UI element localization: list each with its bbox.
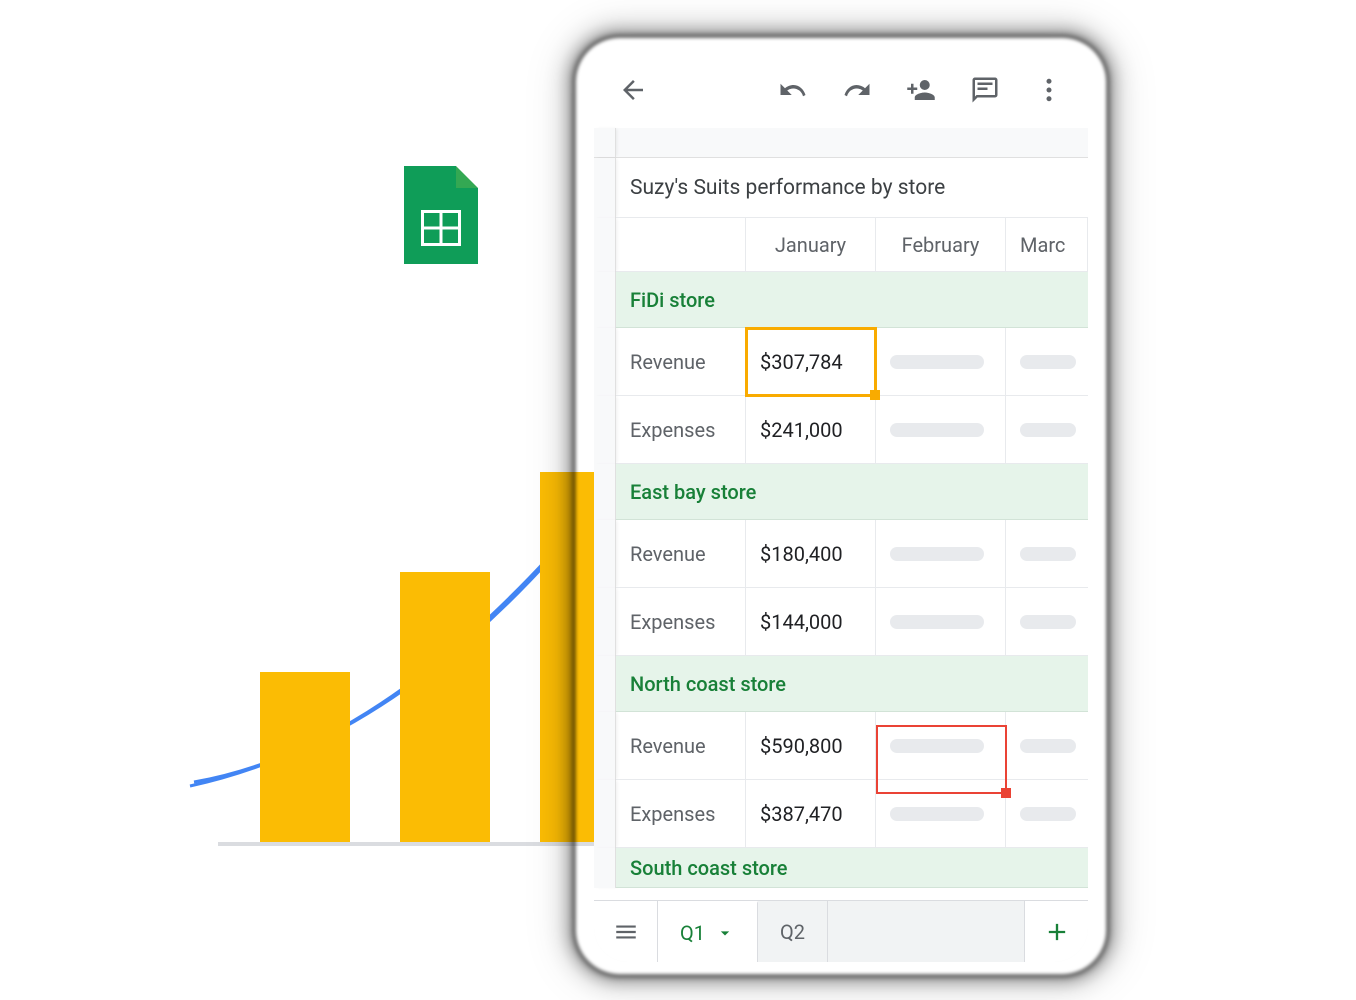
row-label[interactable]: Revenue bbox=[616, 520, 746, 588]
placeholder-pill bbox=[1020, 547, 1076, 561]
placeholder-pill bbox=[1020, 807, 1076, 821]
phone-mockup: Suzy's Suits performance by store Januar… bbox=[594, 52, 1088, 962]
placeholder-pill bbox=[890, 807, 984, 821]
data-row-fidi-expenses: Expenses $241,000 bbox=[594, 396, 1088, 464]
group-row-southcoast: South coast store bbox=[594, 848, 1088, 888]
row-gutter[interactable] bbox=[594, 218, 616, 272]
data-row-eastbay-revenue: Revenue $180,400 bbox=[594, 520, 1088, 588]
cell-value[interactable]: $590,800 bbox=[746, 712, 876, 780]
cell-placeholder[interactable] bbox=[1006, 328, 1088, 396]
sheet-tabs-bar: Q1 Q2 bbox=[594, 900, 1088, 962]
cell-value[interactable]: $387,470 bbox=[746, 780, 876, 848]
cell-placeholder[interactable] bbox=[876, 780, 1006, 848]
group-row-fidi: FiDi store bbox=[594, 272, 1088, 328]
row-label[interactable]: Revenue bbox=[616, 328, 746, 396]
back-icon[interactable] bbox=[616, 73, 650, 107]
cell-placeholder[interactable] bbox=[1006, 396, 1088, 464]
cell-value[interactable]: $307,784 bbox=[746, 328, 876, 396]
chart-bar bbox=[260, 672, 350, 842]
app-toolbar bbox=[594, 52, 1088, 128]
group-row-northcoast: North coast store bbox=[594, 656, 1088, 712]
tab-label: Q1 bbox=[680, 921, 705, 945]
placeholder-pill bbox=[1020, 615, 1076, 629]
group-label[interactable]: North coast store bbox=[616, 656, 1088, 712]
row-label[interactable]: Expenses bbox=[616, 588, 746, 656]
row-gutter[interactable] bbox=[594, 464, 616, 520]
col-header-march[interactable]: Marc bbox=[1006, 218, 1088, 272]
placeholder-pill bbox=[1020, 423, 1076, 437]
row-gutter[interactable] bbox=[594, 780, 616, 848]
row-gutter[interactable] bbox=[594, 272, 616, 328]
cell-placeholder[interactable] bbox=[1006, 780, 1088, 848]
row-gutter[interactable] bbox=[594, 848, 616, 888]
placeholder-pill bbox=[890, 355, 984, 369]
more-vert-icon[interactable] bbox=[1032, 73, 1066, 107]
cell-placeholder[interactable] bbox=[1006, 520, 1088, 588]
all-sheets-menu-icon[interactable] bbox=[594, 901, 658, 962]
comment-icon[interactable] bbox=[968, 73, 1002, 107]
row-label[interactable]: Expenses bbox=[616, 396, 746, 464]
row-gutter[interactable] bbox=[594, 158, 616, 218]
cell-placeholder[interactable] bbox=[876, 520, 1006, 588]
cell-placeholder[interactable] bbox=[876, 328, 1006, 396]
redo-icon[interactable] bbox=[840, 73, 874, 107]
column-headers-area[interactable] bbox=[616, 128, 1088, 157]
row-label[interactable]: Expenses bbox=[616, 780, 746, 848]
group-row-eastbay: East bay store bbox=[594, 464, 1088, 520]
header-gutter-row bbox=[594, 128, 1088, 158]
placeholder-pill bbox=[890, 739, 984, 753]
row-gutter[interactable] bbox=[594, 588, 616, 656]
add-person-icon[interactable] bbox=[904, 73, 938, 107]
group-label[interactable]: East bay store bbox=[616, 464, 1088, 520]
chart-bar bbox=[400, 572, 490, 842]
cell-placeholder[interactable] bbox=[1006, 588, 1088, 656]
data-row-northcoast-expenses: Expenses $387,470 bbox=[594, 780, 1088, 848]
cell-value[interactable]: $180,400 bbox=[746, 520, 876, 588]
row-gutter[interactable] bbox=[594, 656, 616, 712]
placeholder-pill bbox=[890, 423, 984, 437]
undo-icon[interactable] bbox=[776, 73, 810, 107]
google-sheets-logo bbox=[404, 166, 478, 264]
group-label[interactable]: FiDi store bbox=[616, 272, 1088, 328]
sheet-title-cell[interactable]: Suzy's Suits performance by store bbox=[616, 158, 1088, 218]
col-header-february[interactable]: February bbox=[876, 218, 1006, 272]
chevron-down-icon[interactable] bbox=[715, 923, 735, 943]
corner-cell[interactable] bbox=[594, 128, 616, 157]
chart-baseline bbox=[218, 842, 630, 846]
cell-value[interactable]: $241,000 bbox=[746, 396, 876, 464]
tab-q2[interactable]: Q2 bbox=[758, 901, 828, 962]
cell-placeholder[interactable] bbox=[876, 712, 1006, 780]
cell-placeholder[interactable] bbox=[1006, 712, 1088, 780]
col-header-blank[interactable] bbox=[616, 218, 746, 272]
logo-grid-icon bbox=[421, 210, 461, 246]
row-gutter[interactable] bbox=[594, 520, 616, 588]
placeholder-pill bbox=[890, 615, 984, 629]
row-label[interactable]: Revenue bbox=[616, 712, 746, 780]
sheet-title-row: Suzy's Suits performance by store bbox=[594, 158, 1088, 218]
column-header-row: January February Marc bbox=[594, 218, 1088, 272]
group-label[interactable]: South coast store bbox=[616, 848, 1088, 888]
col-header-january[interactable]: January bbox=[746, 218, 876, 272]
add-sheet-icon[interactable] bbox=[1024, 901, 1088, 962]
row-gutter[interactable] bbox=[594, 396, 616, 464]
cell-placeholder[interactable] bbox=[876, 396, 1006, 464]
row-gutter[interactable] bbox=[594, 328, 616, 396]
data-row-fidi-revenue: Revenue $307,784 bbox=[594, 328, 1088, 396]
logo-fold bbox=[456, 166, 478, 188]
data-row-northcoast-revenue: Revenue $590,800 bbox=[594, 712, 1088, 780]
logo-body bbox=[404, 166, 478, 264]
cell-placeholder[interactable] bbox=[876, 588, 1006, 656]
cell-value[interactable]: $144,000 bbox=[746, 588, 876, 656]
placeholder-pill bbox=[1020, 739, 1076, 753]
row-gutter[interactable] bbox=[594, 712, 616, 780]
tab-label: Q2 bbox=[780, 920, 805, 944]
data-row-eastbay-expenses: Expenses $144,000 bbox=[594, 588, 1088, 656]
placeholder-pill bbox=[890, 547, 984, 561]
spreadsheet[interactable]: Suzy's Suits performance by store Januar… bbox=[594, 128, 1088, 888]
tab-q1[interactable]: Q1 bbox=[658, 901, 758, 962]
trend-bar-chart bbox=[200, 456, 630, 846]
placeholder-pill bbox=[1020, 355, 1076, 369]
